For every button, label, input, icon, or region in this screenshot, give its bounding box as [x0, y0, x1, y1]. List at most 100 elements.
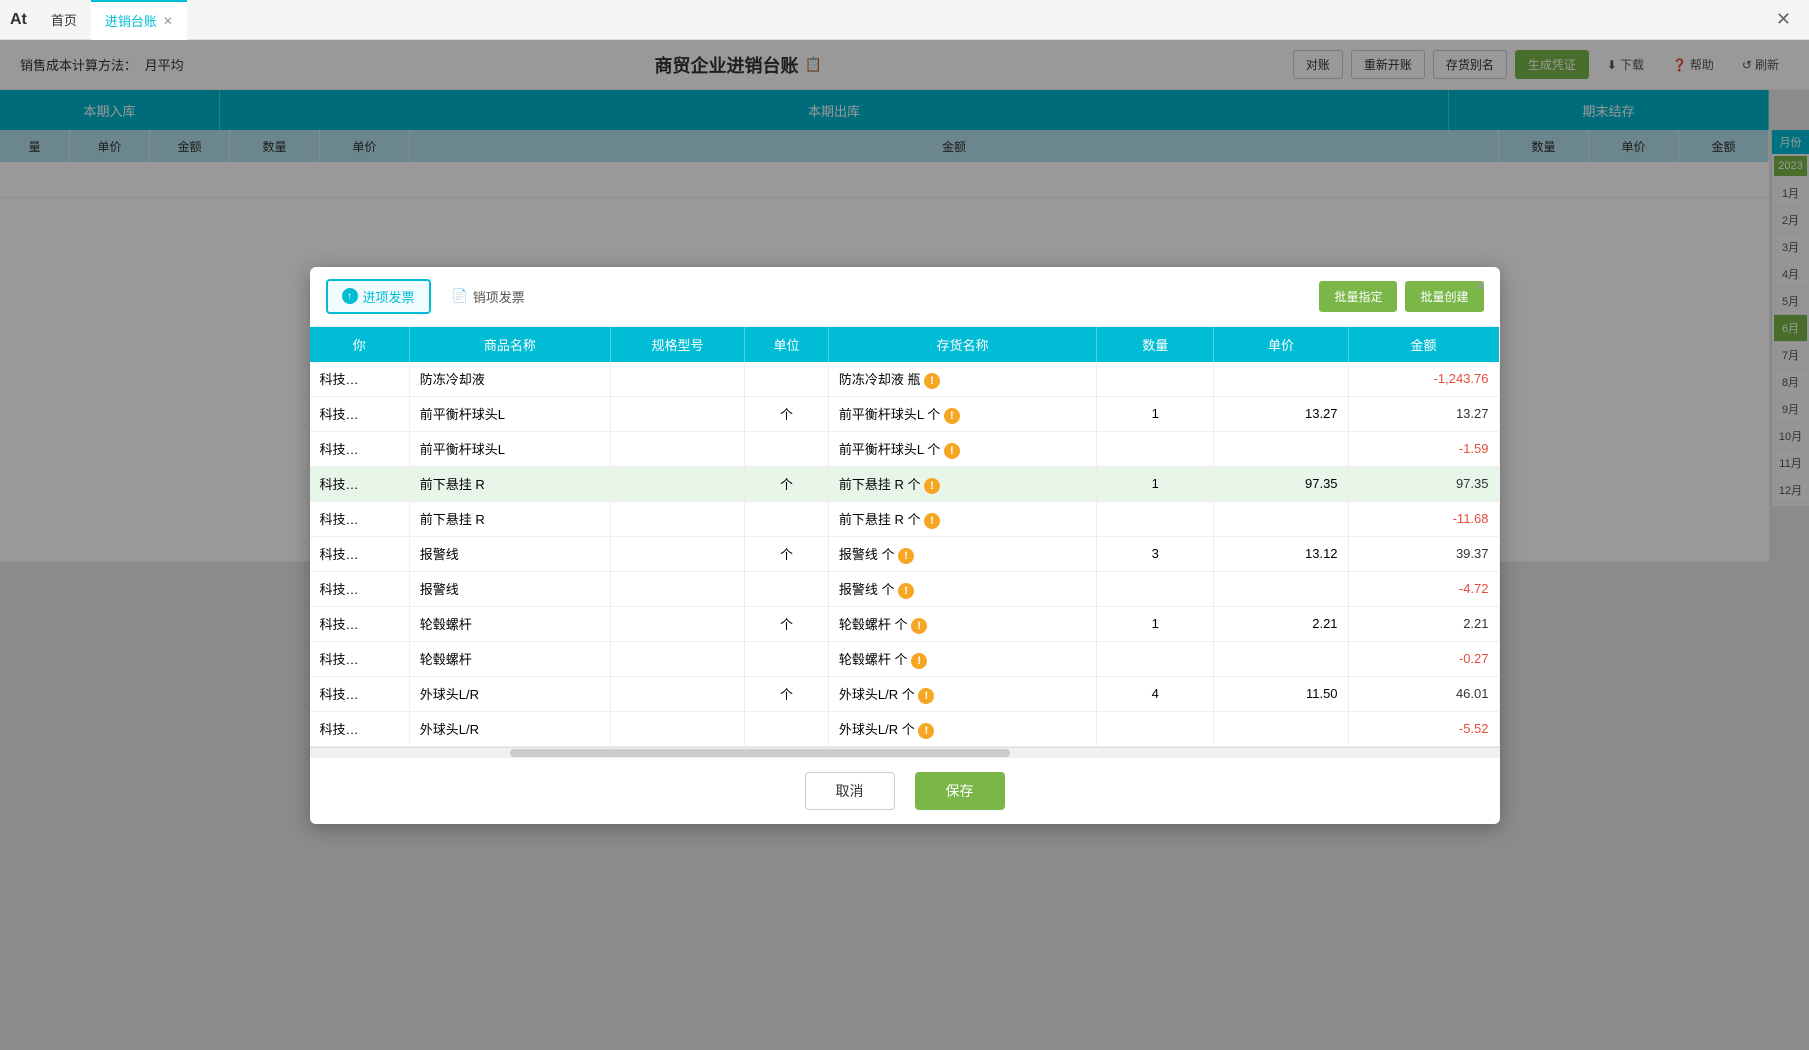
th-stock-name: 存货名称	[828, 327, 1096, 362]
save-button[interactable]: 保存	[915, 772, 1005, 810]
cell-stockname-7: 轮毂螺杆 个 !	[828, 606, 1096, 641]
cell-unit-10	[745, 711, 829, 746]
cell-amount-2: -1.59	[1348, 431, 1499, 466]
cell-company-1: 科技…	[310, 396, 410, 431]
cell-product-8: 轮毂螺杆	[409, 641, 610, 676]
modal-header: ↑ 进项发票 📄 销项发票 批量指定 批量创建 ×	[310, 267, 1500, 327]
purchase-tab-icon: ↑	[342, 288, 358, 304]
cell-product-5: 报警线	[409, 536, 610, 571]
cell-unit-0	[745, 362, 829, 397]
tab-ledger[interactable]: 进销台账 ✕	[91, 0, 187, 40]
cell-amount-0: -1,243.76	[1348, 362, 1499, 397]
table-row: 科技… 前下悬挂 R 前下悬挂 R 个 ! -11.68	[310, 501, 1500, 536]
th-company: 你	[310, 327, 410, 362]
table-row: 科技… 外球头L/R 个 外球头L/R 个 ! 4 11.50 46.01	[310, 676, 1500, 711]
modal-overlay: ↑ 进项发票 📄 销项发票 批量指定 批量创建 × 你	[0, 40, 1809, 1050]
table-row: 科技… 前平衡杆球头L 个 前平衡杆球头L 个 ! 1 13.27 13.27	[310, 396, 1500, 431]
th-amount: 金额	[1348, 327, 1499, 362]
batch-assign-button[interactable]: 批量指定	[1319, 281, 1397, 312]
cell-spec-2	[610, 431, 744, 466]
tab-purchase-invoice[interactable]: ↑ 进项发票	[326, 279, 431, 314]
tab-home[interactable]: 首页	[37, 0, 91, 40]
warning-icon: !	[944, 408, 960, 424]
cell-unit-3: 个	[745, 466, 829, 501]
cancel-button[interactable]: 取消	[805, 772, 895, 810]
cell-stockname-2: 前平衡杆球头L 个 !	[828, 431, 1096, 466]
cell-amount-5: 39.37	[1348, 536, 1499, 571]
cell-company-0: 科技…	[310, 362, 410, 397]
cell-spec-9	[610, 676, 744, 711]
cell-company-9: 科技…	[310, 676, 410, 711]
cell-price-8	[1214, 641, 1348, 676]
table-row: 科技… 轮毂螺杆 个 轮毂螺杆 个 ! 1 2.21 2.21	[310, 606, 1500, 641]
cell-price-5: 13.12	[1214, 536, 1348, 571]
cell-amount-10: -5.52	[1348, 711, 1499, 746]
main-content: 销售成本计算方法： 月平均 商贸企业进销台账 📋 对账 重新开账 存货别名 生成…	[0, 40, 1809, 1050]
modal-header-right: 批量指定 批量创建	[1319, 281, 1483, 312]
cell-stockname-4: 前下悬挂 R 个 !	[828, 501, 1096, 536]
app-logo: At	[10, 11, 27, 29]
cell-qty-4	[1097, 501, 1214, 536]
table-row: 科技… 轮毂螺杆 轮毂螺杆 个 ! -0.27	[310, 641, 1500, 676]
cell-qty-2	[1097, 431, 1214, 466]
th-qty: 数量	[1097, 327, 1214, 362]
warning-icon: !	[924, 478, 940, 494]
cell-unit-9: 个	[745, 676, 829, 711]
tab-close-icon[interactable]: ✕	[163, 14, 173, 28]
table-row: 科技… 报警线 个 报警线 个 ! 3 13.12 39.37	[310, 536, 1500, 571]
cell-product-0: 防冻冷却液	[409, 362, 610, 397]
tab-sales-invoice[interactable]: 📄 销项发票	[437, 280, 540, 313]
cell-unit-2	[745, 431, 829, 466]
cell-price-2	[1214, 431, 1348, 466]
horizontal-scrollbar[interactable]	[310, 747, 1500, 757]
cell-qty-7: 1	[1097, 606, 1214, 641]
table-row: 科技… 前下悬挂 R 个 前下悬挂 R 个 ! 1 97.35 97.35	[310, 466, 1500, 501]
cell-amount-8: -0.27	[1348, 641, 1499, 676]
cell-company-8: 科技…	[310, 641, 410, 676]
warning-icon: !	[924, 373, 940, 389]
modal-footer: 取消 保存	[310, 757, 1500, 824]
cell-product-1: 前平衡杆球头L	[409, 396, 610, 431]
cell-price-9: 11.50	[1214, 676, 1348, 711]
cell-company-7: 科技…	[310, 606, 410, 641]
cell-company-3: 科技…	[310, 466, 410, 501]
cell-amount-9: 46.01	[1348, 676, 1499, 711]
cell-company-2: 科技…	[310, 431, 410, 466]
cell-unit-8	[745, 641, 829, 676]
cell-stockname-9: 外球头L/R 个 !	[828, 676, 1096, 711]
cell-qty-10	[1097, 711, 1214, 746]
cell-spec-6	[610, 571, 744, 606]
cell-stockname-1: 前平衡杆球头L 个 !	[828, 396, 1096, 431]
cell-unit-6	[745, 571, 829, 606]
cell-price-4	[1214, 501, 1348, 536]
warning-icon: !	[918, 688, 934, 704]
cell-stockname-0: 防冻冷却液 瓶 !	[828, 362, 1096, 397]
cell-company-5: 科技…	[310, 536, 410, 571]
th-price: 单价	[1214, 327, 1348, 362]
cell-spec-4	[610, 501, 744, 536]
cell-stockname-3: 前下悬挂 R 个 !	[828, 466, 1096, 501]
cell-amount-7: 2.21	[1348, 606, 1499, 641]
table-row: 科技… 外球头L/R 外球头L/R 个 ! -5.52	[310, 711, 1500, 746]
modal-close-button[interactable]: ×	[1475, 277, 1486, 295]
modal-dialog: ↑ 进项发票 📄 销项发票 批量指定 批量创建 × 你	[310, 267, 1500, 824]
table-row: 科技… 防冻冷却液 防冻冷却液 瓶 ! -1,243.76	[310, 362, 1500, 397]
scrollbar-thumb[interactable]	[510, 749, 1010, 757]
top-bar: At 首页 进销台账 ✕ ✕	[0, 0, 1809, 40]
cell-unit-5: 个	[745, 536, 829, 571]
warning-icon: !	[918, 723, 934, 739]
cell-stockname-8: 轮毂螺杆 个 !	[828, 641, 1096, 676]
cell-company-6: 科技…	[310, 571, 410, 606]
cell-spec-8	[610, 641, 744, 676]
modal-table: 你 商品名称 规格型号 单位 存货名称 数量 单价 金额 科技… 防冻冷却液	[310, 327, 1500, 747]
cell-unit-7: 个	[745, 606, 829, 641]
warning-icon: !	[911, 618, 927, 634]
th-product-name: 商品名称	[409, 327, 610, 362]
cell-unit-4	[745, 501, 829, 536]
cell-product-10: 外球头L/R	[409, 711, 610, 746]
cell-product-4: 前下悬挂 R	[409, 501, 610, 536]
app-close-button[interactable]: ✕	[1768, 5, 1799, 34]
cell-qty-6	[1097, 571, 1214, 606]
batch-create-button[interactable]: 批量创建	[1405, 281, 1483, 312]
cell-price-0	[1214, 362, 1348, 397]
